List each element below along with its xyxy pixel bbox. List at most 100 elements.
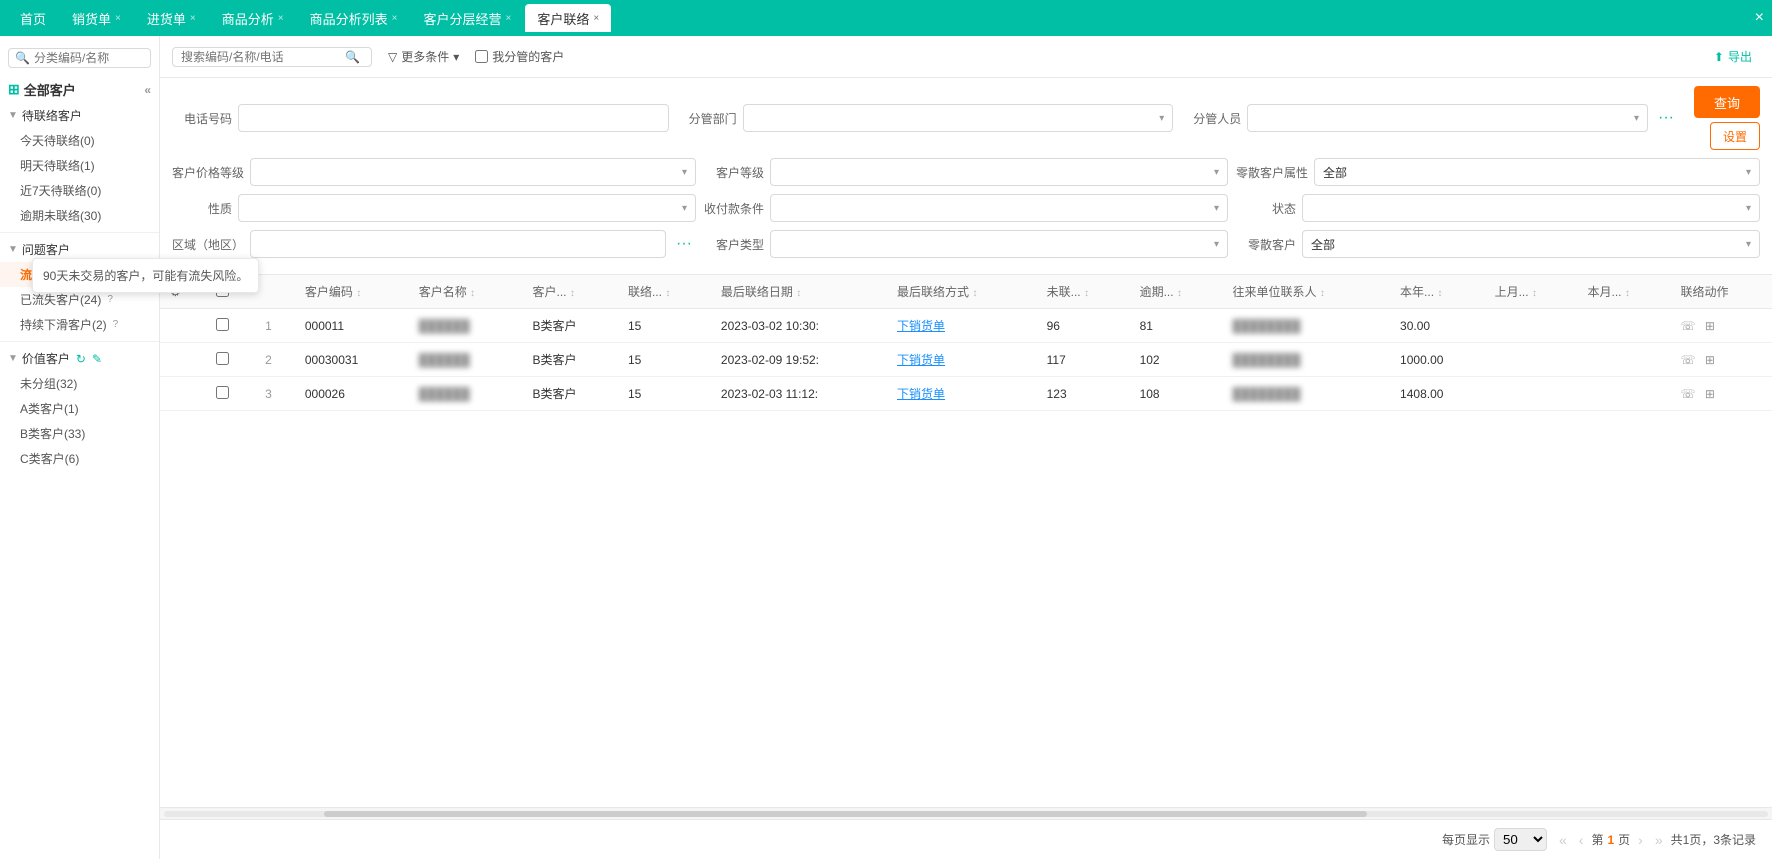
- export-label: 导出: [1728, 48, 1752, 65]
- setting-button[interactable]: 设置: [1710, 122, 1760, 150]
- nature-select[interactable]: ▾: [238, 194, 696, 222]
- payment-select[interactable]: ▾: [770, 194, 1228, 222]
- next-page-btn[interactable]: ›: [1634, 830, 1647, 850]
- search-wrapper[interactable]: 🔍: [172, 47, 372, 67]
- tab-sales[interactable]: 销货单 ×: [60, 4, 133, 32]
- page-nav: « ‹ 第 1 页 › » 共1页，3条记录: [1555, 830, 1756, 850]
- prev-page-btn[interactable]: ‹: [1575, 830, 1588, 850]
- scroll-thumb[interactable]: [324, 811, 1367, 817]
- page-size-select[interactable]: 50 100 200: [1494, 828, 1547, 851]
- sidebar-item-today[interactable]: 今天待联络(0): [0, 128, 159, 153]
- chevron-retail: ▾: [1746, 167, 1751, 178]
- all-customers-header[interactable]: ⊞ 全部客户 «: [0, 76, 159, 103]
- region-more-btn[interactable]: ···: [672, 235, 696, 253]
- field-phone: 电话号码: [172, 104, 669, 132]
- tab-customer-tier[interactable]: 客户分层经营 ×: [411, 4, 523, 32]
- my-customers-checkbox[interactable]: [475, 50, 488, 63]
- tab-analysis-close[interactable]: ×: [278, 13, 284, 24]
- row2-checkbox[interactable]: [206, 343, 255, 377]
- status-select[interactable]: ▾: [1302, 194, 1760, 222]
- row3-last-method[interactable]: 下销货单: [887, 377, 1037, 411]
- close-all-button[interactable]: ×: [1755, 9, 1764, 27]
- sidebar-item-class-b[interactable]: B类客户(33): [0, 421, 159, 446]
- group-pending-header[interactable]: ▼ 待联络客户: [0, 103, 159, 128]
- my-customers-checkbox-label[interactable]: 我分管的客户: [475, 48, 564, 65]
- cust-type-select[interactable]: ▾: [770, 230, 1228, 258]
- col-type[interactable]: 客户... ↕: [523, 275, 618, 309]
- row1-name: ██████: [409, 309, 523, 343]
- horizontal-scrollbar[interactable]: [160, 807, 1772, 819]
- customers-table: ⚙ 客户编码 ↕ 客户名称 ↕ 客户... ↕ 联络... ↕ 最后联络日期 ↕…: [160, 275, 1772, 411]
- row2-select[interactable]: [216, 352, 229, 365]
- tab-purchase-close[interactable]: ×: [190, 13, 196, 24]
- col-uncontacted[interactable]: 未联... ↕: [1037, 275, 1130, 309]
- sidebar-collapse-btn[interactable]: «: [144, 83, 151, 97]
- first-page-btn[interactable]: «: [1555, 830, 1571, 850]
- row1-select[interactable]: [216, 318, 229, 331]
- info-icon: ?: [107, 294, 113, 305]
- page-label: 第: [1591, 831, 1603, 848]
- row1-unit-contact: ████████: [1223, 309, 1391, 343]
- col-overdue[interactable]: 逾期... ↕: [1130, 275, 1223, 309]
- sidebar-item-ungroup[interactable]: 未分组(32): [0, 371, 159, 396]
- tab-analysis-list-close[interactable]: ×: [392, 13, 398, 24]
- sidebar-item-tomorrow[interactable]: 明天待联络(1): [0, 153, 159, 178]
- sidebar-item-overdue[interactable]: 逾期未联络(30): [0, 203, 159, 228]
- tab-analysis-list[interactable]: 商品分析列表 ×: [298, 4, 410, 32]
- status-label: 状态: [1236, 200, 1296, 217]
- dept-select[interactable]: ▾: [743, 104, 1174, 132]
- row3-select[interactable]: [216, 386, 229, 399]
- export-btn[interactable]: ⬆ 导出: [1706, 44, 1760, 69]
- retail-attr-label: 零散客户属性: [1236, 164, 1308, 181]
- last-page-btn[interactable]: »: [1651, 830, 1667, 850]
- sidebar-item-7days[interactable]: 近7天待联络(0): [0, 178, 159, 203]
- query-button[interactable]: 查询: [1694, 86, 1760, 118]
- search-input[interactable]: [181, 50, 341, 64]
- edit-icon[interactable]: ✎: [92, 352, 102, 366]
- row2-phone-icon[interactable]: ☏: [1680, 353, 1695, 367]
- sidebar-search-input[interactable]: [34, 51, 144, 65]
- refresh-icon[interactable]: ↻: [76, 352, 86, 366]
- cust-level-label: 客户等级: [704, 164, 764, 181]
- col-last-method[interactable]: 最后联络方式 ↕: [887, 275, 1037, 309]
- row1-checkbox[interactable]: [206, 309, 255, 343]
- row3-checkbox[interactable]: [206, 377, 255, 411]
- manager-more-btn[interactable]: ···: [1654, 109, 1678, 127]
- price-level-select[interactable]: ▾: [250, 158, 696, 186]
- col-last-date[interactable]: 最后联络日期 ↕: [711, 275, 887, 309]
- tab-customer-contact[interactable]: 客户联络 ×: [525, 4, 611, 32]
- manager-select[interactable]: ▾: [1247, 104, 1648, 132]
- col-last-month[interactable]: 上月... ↕: [1485, 275, 1578, 309]
- tab-purchase[interactable]: 进货单 ×: [135, 4, 208, 32]
- col-unit-contact[interactable]: 往来单位联系人 ↕: [1223, 275, 1391, 309]
- tab-analysis[interactable]: 商品分析 ×: [210, 4, 296, 32]
- row3-overdue: 108: [1130, 377, 1223, 411]
- row3-grid-icon[interactable]: ⊞: [1705, 387, 1715, 401]
- row1-last-method[interactable]: 下销货单: [887, 309, 1037, 343]
- row1-phone-icon[interactable]: ☏: [1680, 319, 1695, 333]
- col-name[interactable]: 客户名称 ↕: [409, 275, 523, 309]
- col-code[interactable]: 客户编码 ↕: [295, 275, 409, 309]
- row2-grid-icon[interactable]: ⊞: [1705, 353, 1715, 367]
- more-conditions-btn[interactable]: ▽ 更多条件 ▾: [380, 44, 467, 69]
- row1-grid-icon[interactable]: ⊞: [1705, 319, 1715, 333]
- row2-last-method[interactable]: 下销货单: [887, 343, 1037, 377]
- sidebar-item-class-c[interactable]: C类客户(6): [0, 446, 159, 471]
- tab-sales-close[interactable]: ×: [115, 13, 121, 24]
- phone-input[interactable]: [238, 104, 669, 132]
- tab-customer-tier-close[interactable]: ×: [505, 13, 511, 24]
- sidebar-search-wrapper[interactable]: 🔍: [8, 48, 151, 68]
- region-input[interactable]: [250, 230, 666, 258]
- retail-attr-select[interactable]: 全部 ▾: [1314, 158, 1760, 186]
- col-contact[interactable]: 联络... ↕: [618, 275, 711, 309]
- retail-cust-select[interactable]: 全部 ▾: [1302, 230, 1760, 258]
- col-this-year[interactable]: 本年... ↕: [1390, 275, 1485, 309]
- sidebar-item-class-a[interactable]: A类客户(1): [0, 396, 159, 421]
- cust-level-select[interactable]: ▾: [770, 158, 1228, 186]
- col-this-month[interactable]: 本月... ↕: [1578, 275, 1671, 309]
- sidebar-item-declining[interactable]: 持续下滑客户(2) ?: [0, 312, 159, 337]
- tab-home[interactable]: 首页: [8, 4, 58, 32]
- group-value-header[interactable]: ▼ 价值客户 ↻ ✎: [0, 346, 159, 371]
- row3-phone-icon[interactable]: ☏: [1680, 387, 1695, 401]
- tab-customer-contact-close[interactable]: ×: [593, 13, 599, 24]
